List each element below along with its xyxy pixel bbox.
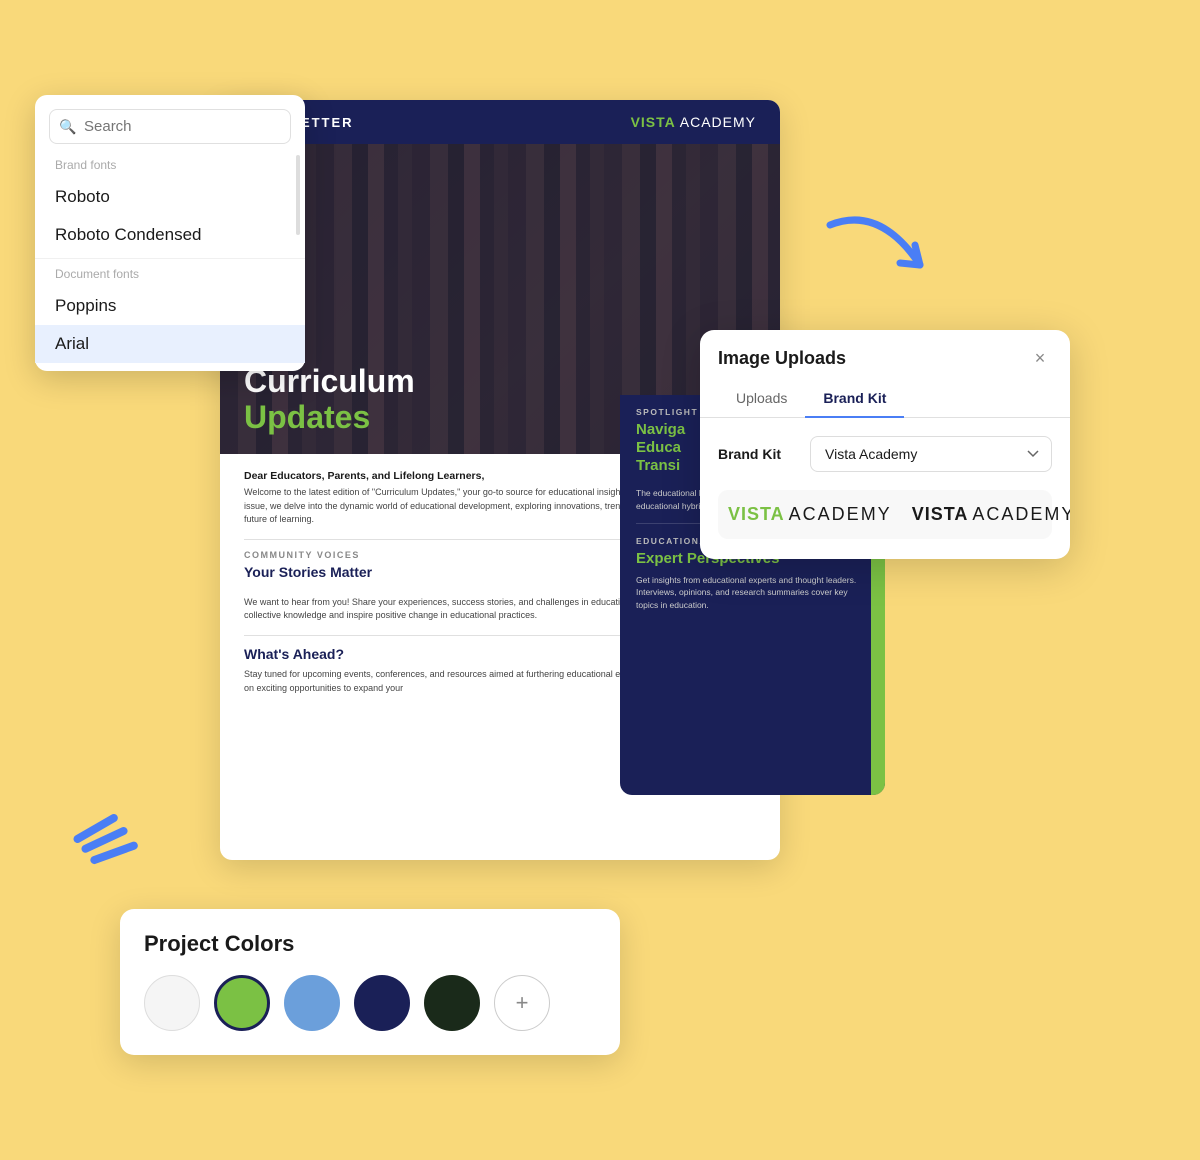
panel-tabs: Uploads Brand Kit xyxy=(700,370,1070,418)
tab-brand-kit[interactable]: Brand Kit xyxy=(805,382,904,418)
brand-kit-select[interactable]: Vista Academy xyxy=(810,436,1052,472)
font-item-arial[interactable]: Arial xyxy=(35,325,305,363)
brand-name-light: ACADEMY xyxy=(680,114,756,130)
font-item-poppins[interactable]: Poppins xyxy=(35,287,305,325)
add-color-button[interactable]: + xyxy=(494,975,550,1031)
panel-body: Brand Kit Vista Academy VISTA ACADEMY VI… xyxy=(700,418,1070,559)
blue-arrow-decoration xyxy=(820,185,940,285)
font-item-roboto[interactable]: Roboto xyxy=(35,178,305,216)
font-search-wrap: 🔍 xyxy=(35,109,305,154)
tab-uploads[interactable]: Uploads xyxy=(718,382,805,418)
close-button[interactable]: × xyxy=(1028,346,1052,370)
logo1-light: ACADEMY xyxy=(789,504,892,525)
community-title-wrap: Your Stories Matter xyxy=(244,564,372,587)
blue-decorative-lines xyxy=(75,822,125,870)
color-swatch-green[interactable] xyxy=(214,975,270,1031)
project-colors-title: Project Colors xyxy=(144,931,596,957)
edu-body: Get insights from educational experts an… xyxy=(636,574,869,612)
font-picker-panel: 🔍 Brand fonts Roboto Roboto Condensed Do… xyxy=(35,95,305,371)
logo-row: VISTA ACADEMY VISTA ACADEMY xyxy=(718,490,1052,539)
logo-dark-variant: VISTA ACADEMY xyxy=(912,504,1070,525)
panel-title: Image Uploads xyxy=(718,348,846,369)
brand-fonts-label: Brand fonts xyxy=(35,154,305,178)
font-item-roboto-condensed[interactable]: Roboto Condensed xyxy=(35,216,305,254)
search-input[interactable] xyxy=(49,109,291,144)
headline-line1: Curriculum xyxy=(244,364,756,399)
color-swatch-white[interactable] xyxy=(144,975,200,1031)
search-icon-wrap: 🔍 xyxy=(49,109,291,144)
community-title: Your Stories Matter xyxy=(244,564,372,581)
brand-kit-row: Brand Kit Vista Academy xyxy=(718,436,1052,472)
spotlight-title-line2: Educa xyxy=(636,439,681,456)
font-section-divider xyxy=(35,258,305,259)
color-swatches: + xyxy=(144,975,596,1031)
panel-header: Image Uploads × xyxy=(700,330,1070,370)
color-swatch-navy[interactable] xyxy=(354,975,410,1031)
spotlight-title-line1: Naviga xyxy=(636,421,685,438)
search-icon: 🔍 xyxy=(59,118,76,135)
vista-logo: VISTA ACADEMY xyxy=(631,114,756,130)
color-swatch-dark[interactable] xyxy=(424,975,480,1031)
project-colors-panel: Project Colors + xyxy=(120,909,620,1055)
logo-green-variant: VISTA ACADEMY xyxy=(728,504,892,525)
image-uploads-panel: Image Uploads × Uploads Brand Kit Brand … xyxy=(700,330,1070,559)
brand-kit-label: Brand Kit xyxy=(718,446,798,462)
logo2-bold: VISTA xyxy=(912,504,969,525)
logo1-bold: VISTA xyxy=(728,504,785,525)
spotlight-title-line3: Transi xyxy=(636,457,680,474)
logo2-light: ACADEMY xyxy=(972,504,1070,525)
brand-name-bold: VISTA xyxy=(631,114,676,130)
document-fonts-label: Document fonts xyxy=(35,263,305,287)
scroll-bar[interactable] xyxy=(296,155,300,235)
color-swatch-blue[interactable] xyxy=(284,975,340,1031)
